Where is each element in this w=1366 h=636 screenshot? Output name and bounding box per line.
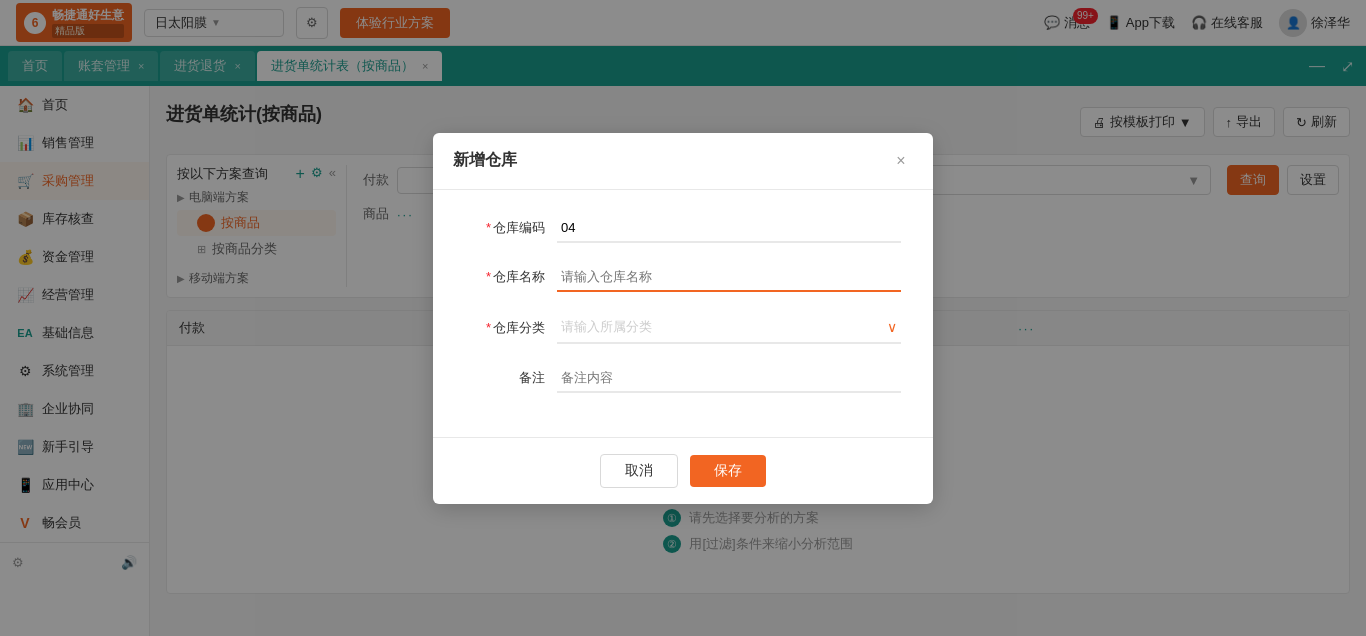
modal-close-button[interactable]: ×	[889, 149, 913, 173]
warehouse-name-label: *仓库名称	[465, 268, 545, 286]
warehouse-code-label: *仓库编码	[465, 219, 545, 237]
modal-body: *仓库编码 *仓库名称 *仓库分类 请输入所属分类 ∨	[433, 190, 933, 437]
notes-input[interactable]	[557, 364, 901, 393]
modal-overlay: 新增仓库 × *仓库编码 *仓库名称 *仓库分类	[0, 0, 1366, 636]
category-select-arrow: ∨	[887, 319, 897, 335]
add-warehouse-modal: 新增仓库 × *仓库编码 *仓库名称 *仓库分类	[433, 133, 933, 504]
warehouse-name-input[interactable]	[557, 263, 901, 292]
warehouse-code-input[interactable]	[557, 214, 901, 243]
modal-title: 新增仓库	[453, 150, 517, 171]
notes-label: 备注	[465, 369, 545, 387]
cancel-button[interactable]: 取消	[600, 454, 678, 488]
warehouse-category-select[interactable]: 请输入所属分类 ∨	[557, 312, 901, 344]
save-button[interactable]: 保存	[690, 455, 766, 487]
modal-footer: 取消 保存	[433, 437, 933, 504]
form-row-warehouse-code: *仓库编码	[465, 214, 901, 243]
form-row-notes: 备注	[465, 364, 901, 393]
form-row-warehouse-name: *仓库名称	[465, 263, 901, 292]
modal-header: 新增仓库 ×	[433, 133, 933, 190]
warehouse-category-label: *仓库分类	[465, 319, 545, 337]
form-row-warehouse-category: *仓库分类 请输入所属分类 ∨	[465, 312, 901, 344]
